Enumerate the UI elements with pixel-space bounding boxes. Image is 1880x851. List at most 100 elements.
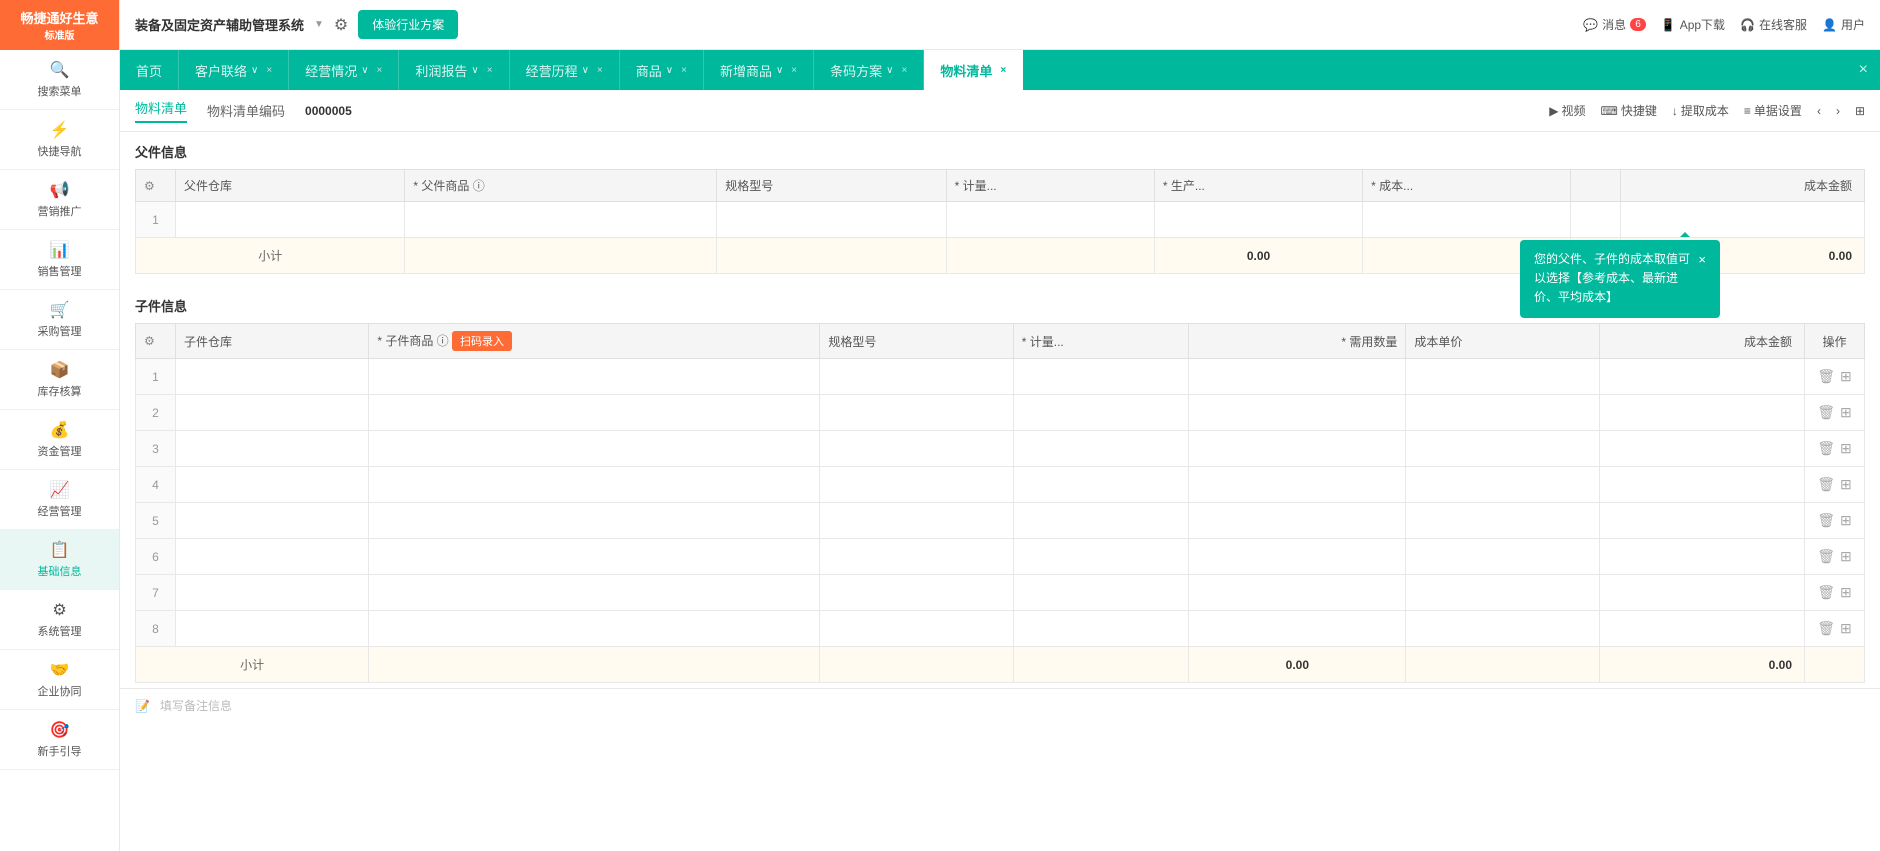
tooltip-close-button[interactable]: × [1698,250,1706,271]
sidebar-item-quicknav[interactable]: ⚡ 快捷导航 [0,110,119,170]
breadcrumb-tab-bom[interactable]: 物料清单 [135,98,187,123]
child-cell-warehouse-7[interactable] [176,575,369,611]
child-cell-product-1[interactable] [369,359,820,395]
tab-business-close[interactable]: × [377,65,383,76]
sidebar-item-guide[interactable]: 🎯 新手引导 [0,710,119,770]
app-download-item[interactable]: 📱 App下载 [1661,16,1725,33]
tab-new-product[interactable]: 新增商品 ∨ × [704,50,814,90]
child-cell-unit-cost-4[interactable] [1406,467,1599,503]
online-service-item[interactable]: 🎧 在线客服 [1740,16,1807,33]
child-cell-unit-cost-1[interactable] [1406,359,1599,395]
tab-bom-close[interactable]: × [1000,65,1006,76]
delete-icon-6[interactable]: 🗑 [1817,548,1835,565]
delete-icon-7[interactable]: 🗑 [1817,584,1835,601]
tab-barcode-close[interactable]: × [901,65,907,76]
tab-home[interactable]: 首页 [120,50,179,90]
copy-icon-5[interactable]: ⊞ [1840,512,1852,529]
child-cell-quantity-3[interactable] [1189,431,1406,467]
child-cell-unit-3[interactable] [1013,431,1189,467]
tab-customer-close[interactable]: × [266,65,272,76]
action-single-settings[interactable]: ≡ 单据设置 [1744,102,1802,119]
child-cell-cost-amount-8[interactable] [1599,611,1804,647]
scan-button[interactable]: 扫码录入 [452,331,512,351]
child-cell-warehouse-6[interactable] [176,539,369,575]
delete-icon-4[interactable]: 🗑 [1817,476,1835,493]
copy-icon-1[interactable]: ⊞ [1840,368,1852,385]
sidebar-item-sales[interactable]: 📊 销售管理 [0,230,119,290]
tab-product[interactable]: 商品 ∨ × [620,50,704,90]
child-cell-spec-2[interactable] [820,395,1013,431]
message-item[interactable]: 💬 消息 6 [1583,16,1646,33]
child-cell-warehouse-4[interactable] [176,467,369,503]
child-cell-product-6[interactable] [369,539,820,575]
child-cell-cost-amount-7[interactable] [1599,575,1804,611]
child-cell-product-5[interactable] [369,503,820,539]
copy-icon-6[interactable]: ⊞ [1840,548,1852,565]
copy-icon-4[interactable]: ⊞ [1840,476,1852,493]
parent-cell-spec-1[interactable] [717,202,946,238]
tab-barcode[interactable]: 条码方案 ∨ × [814,50,924,90]
sidebar-item-search[interactable]: 🔍 搜索菜单 [0,50,119,110]
child-cell-quantity-8[interactable] [1189,611,1406,647]
child-cell-product-2[interactable] [369,395,820,431]
child-cell-cost-amount-6[interactable] [1599,539,1804,575]
child-cell-cost-amount-4[interactable] [1599,467,1804,503]
tab-history-close[interactable]: × [597,65,603,76]
child-cell-quantity-4[interactable] [1189,467,1406,503]
child-cell-spec-5[interactable] [820,503,1013,539]
child-cell-spec-4[interactable] [820,467,1013,503]
copy-icon-7[interactable]: ⊞ [1840,584,1852,601]
copy-icon-3[interactable]: ⊞ [1840,440,1852,457]
child-cell-spec-7[interactable] [820,575,1013,611]
action-video[interactable]: ▶ 视频 [1549,102,1585,119]
tab-product-close[interactable]: × [681,65,687,76]
child-cell-spec-3[interactable] [820,431,1013,467]
parent-cell-product-1[interactable] [405,202,717,238]
sidebar-item-basic-info[interactable]: 📋 基础信息 [0,530,119,590]
child-cell-product-8[interactable] [369,611,820,647]
sidebar-item-collab[interactable]: 🤝 企业协同 [0,650,119,710]
sidebar-item-inventory[interactable]: 📦 库存核算 [0,350,119,410]
tab-customer[interactable]: 客户联络 ∨ × [179,50,289,90]
parent-cell-amount-1[interactable] [1621,202,1865,238]
child-cell-unit-cost-5[interactable] [1406,503,1599,539]
delete-icon-1[interactable]: 🗑 [1817,368,1835,385]
tab-bom[interactable]: 物料清单 × [924,50,1023,90]
child-cell-cost-amount-1[interactable] [1599,359,1804,395]
trial-button[interactable]: 体验行业方案 [358,10,458,39]
nav-close-all[interactable]: × [1847,61,1880,79]
system-title-dropdown[interactable]: ▼ [314,19,324,30]
child-cell-warehouse-3[interactable] [176,431,369,467]
child-cell-unit-5[interactable] [1013,503,1189,539]
child-cell-quantity-6[interactable] [1189,539,1406,575]
child-cell-warehouse-2[interactable] [176,395,369,431]
sidebar-item-purchase[interactable]: 🛒 采购管理 [0,290,119,350]
parent-cell-warehouse-1[interactable] [176,202,405,238]
child-cell-product-3[interactable] [369,431,820,467]
child-cell-quantity-5[interactable] [1189,503,1406,539]
delete-icon-8[interactable]: 🗑 [1817,620,1835,637]
child-cell-spec-1[interactable] [820,359,1013,395]
child-cell-quantity-7[interactable] [1189,575,1406,611]
child-cell-spec-6[interactable] [820,539,1013,575]
parent-cell-production-1[interactable] [1154,202,1362,238]
tab-profit[interactable]: 利润报告 ∨ × [399,50,509,90]
expand-icon[interactable]: ⊞ [1855,104,1865,118]
child-cell-cost-amount-2[interactable] [1599,395,1804,431]
sidebar-item-marketing[interactable]: 📢 营销推广 [0,170,119,230]
copy-icon-2[interactable]: ⊞ [1840,404,1852,421]
sidebar-item-finance[interactable]: 💰 资金管理 [0,410,119,470]
tab-new-product-close[interactable]: × [791,65,797,76]
child-cell-unit-4[interactable] [1013,467,1189,503]
sidebar-item-ops[interactable]: 📈 经营管理 [0,470,119,530]
child-cell-unit-cost-8[interactable] [1406,611,1599,647]
child-cell-quantity-1[interactable] [1189,359,1406,395]
child-cell-cost-amount-5[interactable] [1599,503,1804,539]
delete-icon-5[interactable]: 🗑 [1817,512,1835,529]
child-cell-cost-amount-3[interactable] [1599,431,1804,467]
child-cell-unit-7[interactable] [1013,575,1189,611]
child-cell-unit-cost-3[interactable] [1406,431,1599,467]
child-cell-unit-6[interactable] [1013,539,1189,575]
child-cell-warehouse-1[interactable] [176,359,369,395]
child-cell-unit-cost-6[interactable] [1406,539,1599,575]
